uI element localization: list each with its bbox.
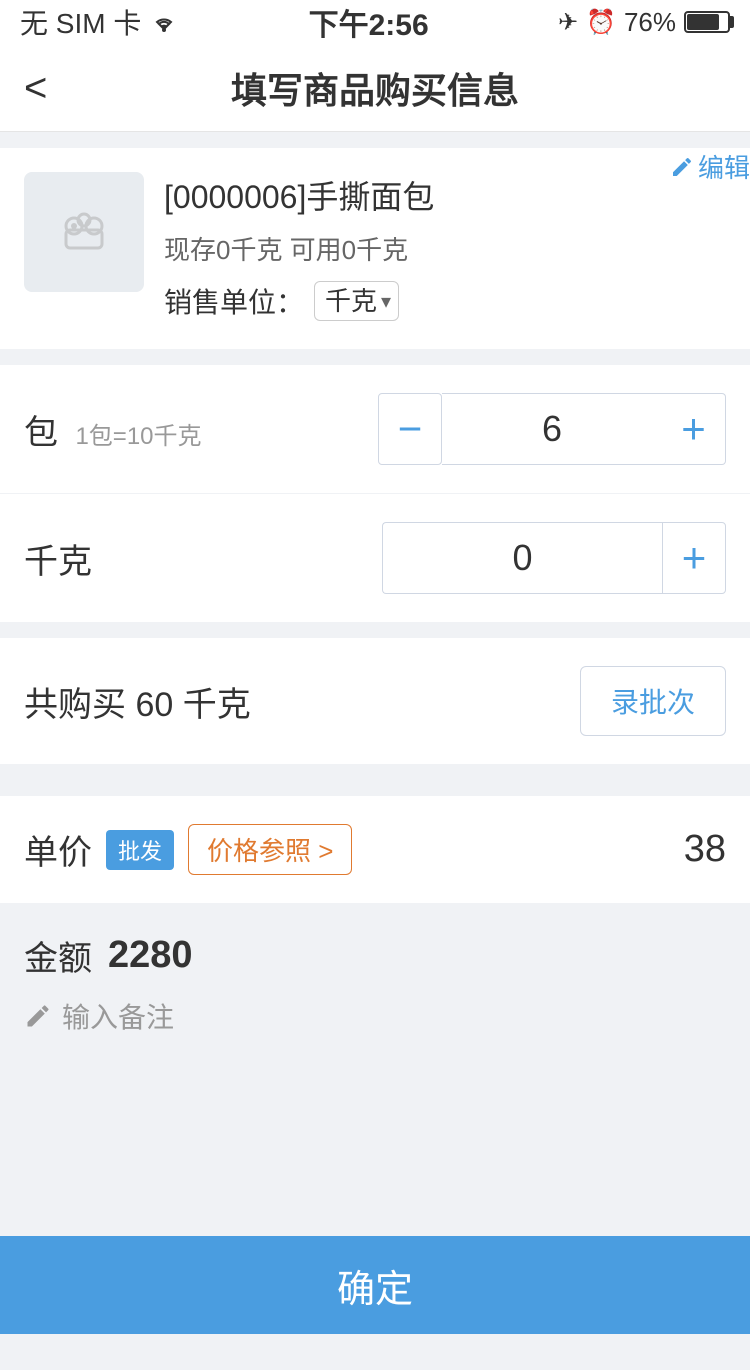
- kg-row: 千克 +: [0, 494, 750, 622]
- amount-value: 2280: [108, 934, 193, 977]
- product-stock: 现存0千克 可用0千克: [164, 230, 726, 267]
- price-section: 单价 批发 价格参照 > 38: [0, 796, 750, 903]
- summary-text: 共购买 60 千克: [24, 677, 251, 726]
- status-time: 下午2:56: [309, 0, 429, 44]
- unit-select[interactable]: 千克: [314, 281, 399, 321]
- divider-1: [0, 764, 750, 780]
- battery-percent: 76%: [624, 7, 676, 38]
- wifi-icon: [149, 11, 179, 33]
- amount-row: 金额 2280: [24, 931, 726, 980]
- bao-row: 包 1包=10千克 − +: [0, 365, 750, 494]
- product-card: [0000006]手撕面包 现存0千克 可用0千克 销售单位： 千克 编辑: [0, 148, 750, 349]
- bao-label: 包 1包=10千克: [24, 405, 378, 454]
- status-right: ✈ ⏰ 76%: [558, 7, 730, 38]
- price-type-tag: 批发: [106, 830, 174, 870]
- batch-button[interactable]: 录批次: [580, 666, 726, 736]
- alarm-icon: ⏰: [586, 8, 616, 37]
- kg-label: 千克: [24, 534, 382, 583]
- edit-button[interactable]: 编辑: [670, 148, 750, 185]
- back-button[interactable]: <: [24, 68, 47, 108]
- kg-controls: +: [382, 522, 726, 594]
- status-bar: 无 SIM 卡 下午2:56 ✈ ⏰ 76%: [0, 0, 750, 44]
- product-thumbnail: [24, 172, 144, 292]
- bao-minus-button[interactable]: −: [378, 393, 442, 465]
- product-info: [0000006]手撕面包 现存0千克 可用0千克 销售单位： 千克: [164, 172, 726, 321]
- price-value: 38: [684, 828, 726, 871]
- bao-controls: − +: [378, 393, 726, 465]
- unit-label: 销售单位：: [164, 281, 304, 321]
- kg-plus-button[interactable]: +: [662, 522, 726, 594]
- note-placeholder: 输入备注: [62, 996, 174, 1036]
- edit-icon: [670, 155, 694, 179]
- product-unit-row: 销售单位： 千克: [164, 281, 726, 321]
- carrier-text: 无 SIM 卡: [20, 2, 141, 42]
- summary-section: 共购买 60 千克 录批次: [0, 638, 750, 764]
- product-name: [0000006]手撕面包: [164, 172, 726, 218]
- bao-hint: 1包=10千克: [75, 423, 201, 450]
- status-carrier: 无 SIM 卡: [20, 2, 179, 42]
- price-label: 单价: [24, 825, 92, 874]
- amount-section: 金额 2280 输入备注: [0, 903, 750, 1050]
- kg-input[interactable]: [382, 522, 662, 594]
- note-icon: [24, 1002, 52, 1030]
- nav-bar: < 填写商品购买信息: [0, 44, 750, 132]
- note-row[interactable]: 输入备注: [24, 996, 726, 1036]
- bao-plus-button[interactable]: +: [662, 393, 726, 465]
- confirm-button[interactable]: 确定: [0, 1236, 750, 1334]
- gps-icon: ✈: [558, 8, 578, 37]
- price-ref-button[interactable]: 价格参照 >: [188, 824, 352, 875]
- unit-select-wrap[interactable]: 千克: [314, 281, 399, 321]
- page-title: 填写商品购买信息: [231, 62, 519, 114]
- amount-label: 金额: [24, 931, 92, 980]
- bao-input[interactable]: [442, 393, 662, 465]
- quantity-section: 包 1包=10千克 − + 千克 +: [0, 365, 750, 622]
- battery-icon: [684, 11, 730, 33]
- edit-label: 编辑: [698, 148, 750, 185]
